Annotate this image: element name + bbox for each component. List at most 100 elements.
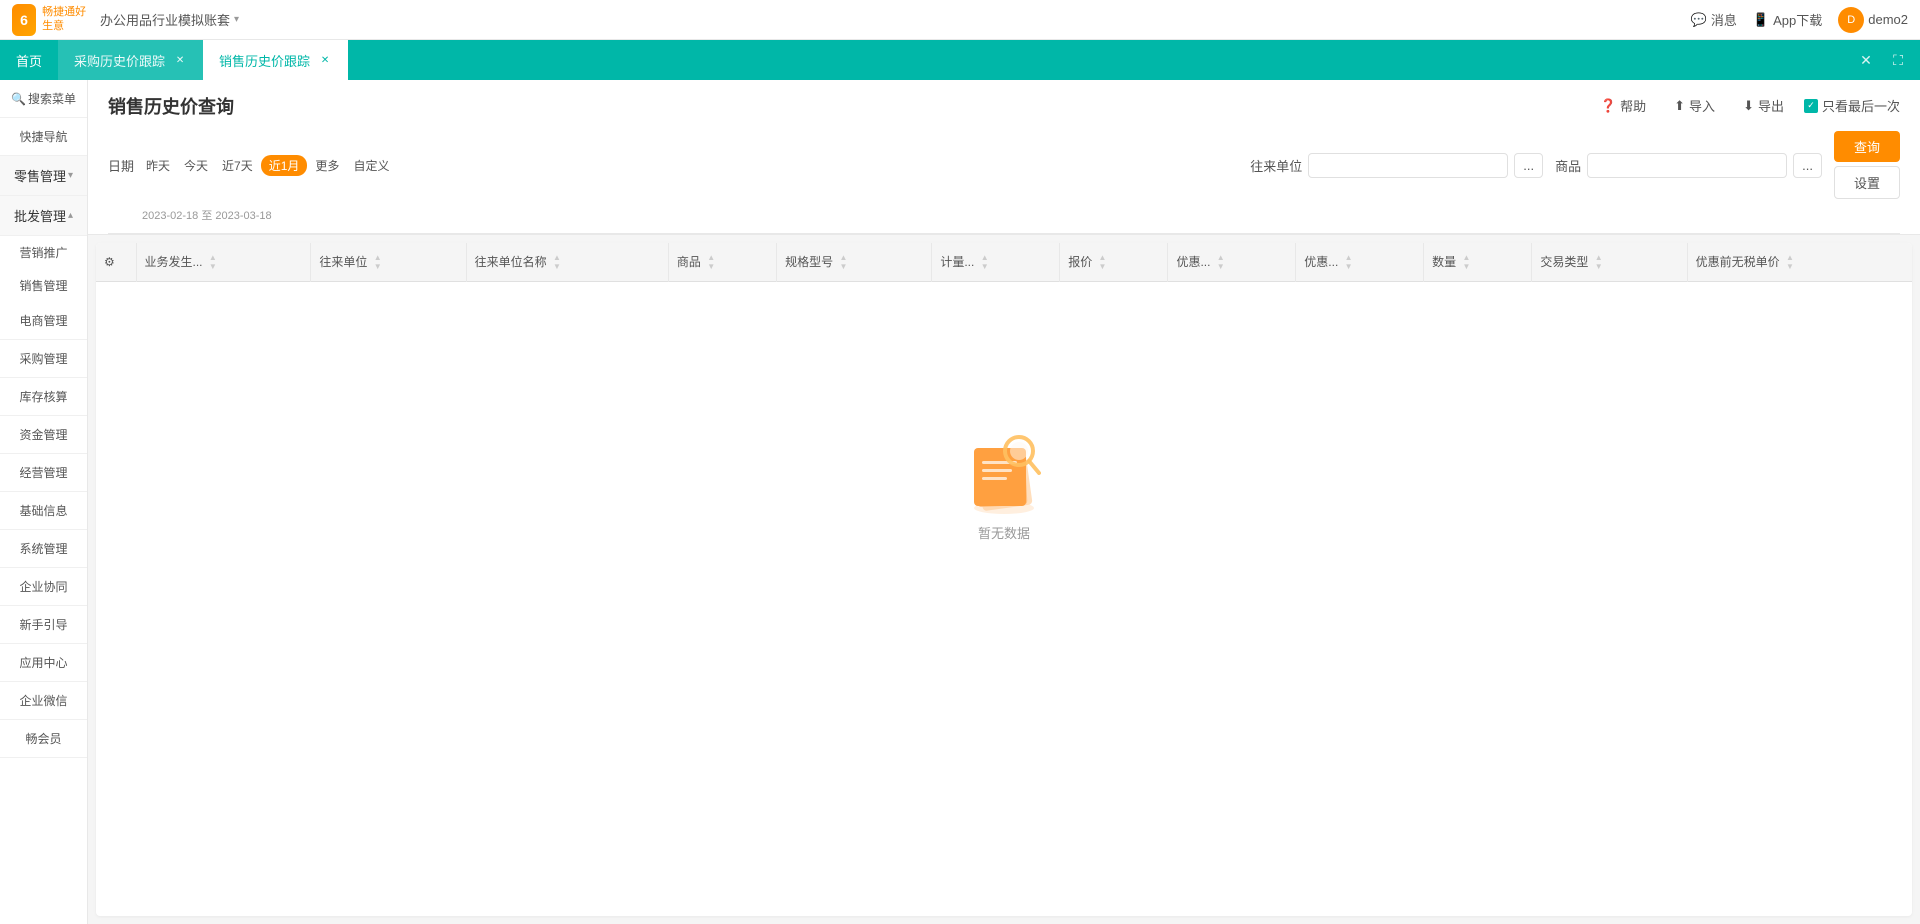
date-tabs: 昨天 今天 近7天 近1月 更多 自定义 [140, 155, 395, 176]
sidebar-item-purchase[interactable]: 采购管理 [0, 340, 87, 378]
export-button[interactable]: ⬇ 导出 [1735, 92, 1792, 119]
goods-ellipsis-button[interactable]: ... [1793, 153, 1822, 178]
sidebar-item-sales-mgmt[interactable]: 销售管理 [0, 269, 87, 302]
message-button[interactable]: 💬 消息 [1691, 10, 1737, 29]
column-gear[interactable]: ⚙ [96, 243, 136, 282]
column-business-date[interactable]: 业务发生... ▲▼ [136, 243, 311, 282]
help-button[interactable]: ❓ 帮助 [1592, 92, 1654, 119]
filter-area: 日期 昨天 今天 近7天 近1月 更多 自定义 往来单位 [108, 131, 1900, 234]
user-menu[interactable]: D demo2 [1838, 7, 1908, 33]
date-tab-1month[interactable]: 近1月 [261, 155, 308, 176]
workspace-chevron-icon: ▾ [234, 14, 239, 25]
sidebar-item-inventory[interactable]: 库存核算 [0, 378, 87, 416]
sidebar-retail-label: 零售管理 [14, 166, 66, 185]
column-partner-name[interactable]: 往来单位名称 ▲▼ [466, 243, 668, 282]
sidebar-item-app-center[interactable]: 应用中心 [0, 644, 87, 682]
sidebar-item-finance[interactable]: 资金管理 [0, 416, 87, 454]
sidebar-enterprise-label: 企业协同 [19, 578, 67, 595]
column-discount1-label: 优惠... [1176, 255, 1210, 269]
settings-button[interactable]: 设置 [1834, 166, 1900, 199]
column-quantity[interactable]: 数量 ▲▼ [1424, 243, 1532, 282]
app-logo-icon: 6 [12, 4, 36, 36]
tab-purchase-history[interactable]: 采购历史价跟踪 ✕ [58, 40, 203, 80]
column-price-label: 报价 [1068, 255, 1092, 269]
help-icon: ❓ [1600, 98, 1616, 114]
date-tab-yesterday[interactable]: 昨天 [140, 155, 176, 176]
sidebar-item-basic-info[interactable]: 基础信息 [0, 492, 87, 530]
sidebar-item-member[interactable]: 畅会员 [0, 720, 87, 758]
column-trade-type[interactable]: 交易类型 ▲▼ [1532, 243, 1687, 282]
checkbox-icon: ✓ [1804, 99, 1818, 113]
sidebar-ecommerce-label: 电商管理 [19, 312, 67, 329]
column-discount1[interactable]: 优惠... ▲▼ [1168, 243, 1296, 282]
column-unit-label: 计量... [940, 255, 974, 269]
sidebar-member-label: 畅会员 [25, 730, 61, 747]
column-pretax-price[interactable]: 优惠前无税单价 ▲▼ [1687, 243, 1912, 282]
date-tab-today[interactable]: 今天 [178, 155, 214, 176]
column-unit[interactable]: 计量... ▲▼ [932, 243, 1060, 282]
workspace-selector[interactable]: 办公用品行业模拟账套 ▾ [100, 10, 239, 29]
content-area: 销售历史价查询 ❓ 帮助 ⬆ 导入 ⬇ 导出 ✓ [88, 80, 1920, 924]
page-title-row: 销售历史价查询 ❓ 帮助 ⬆ 导入 ⬇ 导出 ✓ [108, 92, 1900, 119]
column-price[interactable]: 报价 ▲▼ [1060, 243, 1168, 282]
partner-ellipsis-button[interactable]: ... [1514, 153, 1543, 178]
date-tab-custom[interactable]: 自定义 [347, 155, 395, 176]
close-all-tabs-button[interactable]: ✕ [1852, 46, 1880, 74]
gear-icon: ⚙ [104, 255, 115, 269]
column-discount2[interactable]: 优惠... ▲▼ [1296, 243, 1424, 282]
sidebar-item-newbie[interactable]: 新手引导 [0, 606, 87, 644]
goods-filter-label: 商品 [1555, 156, 1581, 175]
tab-sales-history-label: 销售历史价跟踪 [219, 51, 310, 70]
goods-input[interactable] [1587, 153, 1787, 178]
main-layout: 🔍 搜索菜单 快捷导航 零售管理 ▾ 批发管理 ▴ 营销推广 销售管理 电商管理… [0, 80, 1920, 924]
sidebar-item-enterprise[interactable]: 企业协同 [0, 568, 87, 606]
tab-purchase-close-icon[interactable]: ✕ [173, 53, 187, 67]
wholesale-expand-icon: ▴ [68, 210, 73, 221]
show-last-checkbox[interactable]: ✓ 只看最后一次 [1804, 96, 1900, 115]
sidebar-item-marketing[interactable]: 营销推广 [0, 236, 87, 269]
sidebar-marketing-label: 营销推广 [19, 246, 67, 260]
column-spec[interactable]: 规格型号 ▲▼ [777, 243, 932, 282]
date-tab-7days[interactable]: 近7天 [216, 155, 259, 176]
sidebar-app-center-label: 应用中心 [19, 654, 67, 671]
partner-filter-label: 往来单位 [1250, 156, 1302, 175]
sort-icon: ▲▼ [981, 254, 989, 271]
topbar-right: 💬 消息 📱 App下载 D demo2 [1691, 7, 1908, 33]
message-label: 消息 [1711, 10, 1737, 29]
partner-filter-group: 往来单位 ... [1250, 153, 1543, 178]
sidebar-item-search[interactable]: 🔍 搜索菜单 [0, 80, 87, 118]
date-range-text: 2023-02-18 至 2023-03-18 [142, 207, 272, 223]
tab-sales-close-icon[interactable]: ✕ [318, 53, 332, 67]
sidebar-item-system[interactable]: 系统管理 [0, 530, 87, 568]
partner-input[interactable] [1308, 153, 1508, 178]
sidebar-item-retail[interactable]: 零售管理 ▾ [0, 156, 87, 196]
sidebar-search-label: 搜索菜单 [28, 90, 76, 107]
app-download-button[interactable]: 📱 App下载 [1753, 10, 1822, 29]
sidebar-system-label: 系统管理 [19, 540, 67, 557]
tab-home[interactable]: 首页 [0, 40, 58, 80]
table-container: ⚙ 业务发生... ▲▼ 往来单位 ▲▼ 往来单位名称 ▲▼ [96, 243, 1912, 916]
import-button[interactable]: ⬆ 导入 [1666, 92, 1723, 119]
search-icon: 🔍 [11, 92, 26, 106]
sidebar-item-wechat[interactable]: 企业微信 [0, 682, 87, 720]
tab-sales-history[interactable]: 销售历史价跟踪 ✕ [203, 40, 348, 80]
sidebar: 🔍 搜索菜单 快捷导航 零售管理 ▾ 批发管理 ▴ 营销推广 销售管理 电商管理… [0, 80, 88, 924]
sort-icon: ▲▼ [839, 254, 847, 271]
goods-filter-group: 商品 ... [1555, 153, 1822, 178]
sidebar-item-operations[interactable]: 经营管理 [0, 454, 87, 492]
date-tab-more[interactable]: 更多 [309, 155, 345, 176]
sort-icon: ▲▼ [374, 254, 382, 271]
column-partner-code[interactable]: 往来单位 ▲▼ [311, 243, 466, 282]
empty-state: 暂无数据 [96, 282, 1912, 682]
column-spec-label: 规格型号 [785, 255, 833, 269]
sidebar-item-ecommerce[interactable]: 电商管理 [0, 302, 87, 340]
app-download-label: App下载 [1773, 10, 1822, 29]
message-icon: 💬 [1691, 12, 1707, 28]
avatar: D [1838, 7, 1864, 33]
sidebar-item-wholesale[interactable]: 批发管理 ▴ [0, 196, 87, 236]
column-goods[interactable]: 商品 ▲▼ [668, 243, 776, 282]
query-button[interactable]: 查询 [1834, 131, 1900, 162]
sidebar-item-quick-nav[interactable]: 快捷导航 [0, 118, 87, 156]
help-label: 帮助 [1620, 96, 1646, 115]
fullscreen-button[interactable]: ⛶ [1884, 46, 1912, 74]
